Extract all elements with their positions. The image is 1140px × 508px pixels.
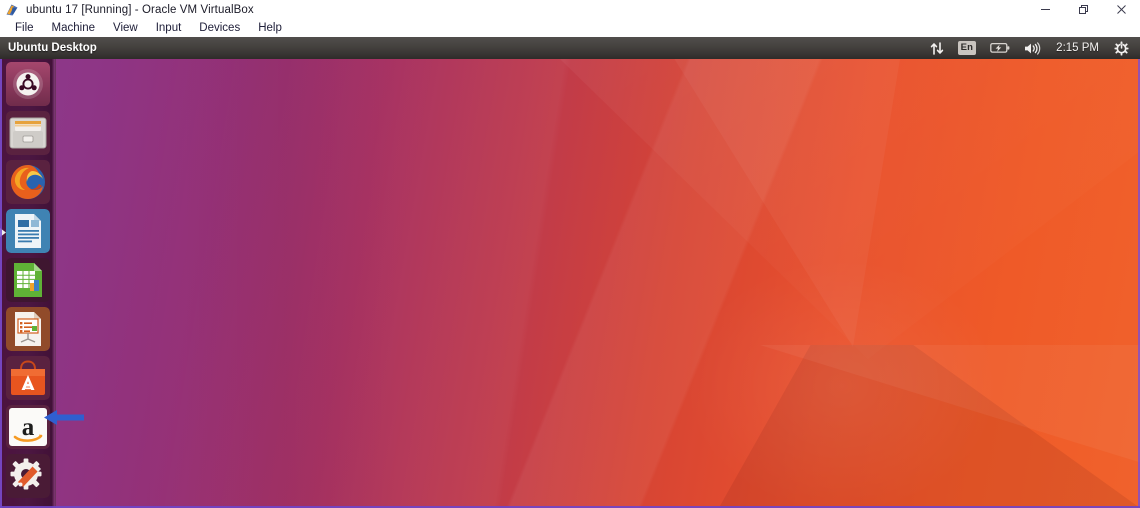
window-controls	[1026, 0, 1140, 19]
wallpaper-facet-lower-light	[760, 345, 1140, 463]
menu-file[interactable]: File	[6, 19, 43, 37]
launcher-item-libreoffice-writer[interactable]	[6, 209, 50, 253]
unity-launcher: a	[0, 59, 56, 508]
launcher-item-dash-home[interactable]	[6, 62, 50, 106]
wallpaper-facet-glow	[640, 209, 1060, 508]
annotation-arrow-icon	[44, 408, 84, 427]
keyboard-layout-indicator[interactable]: En	[951, 37, 984, 59]
volume-icon[interactable]	[1017, 37, 1048, 59]
menu-devices[interactable]: Devices	[190, 19, 249, 37]
virtualbox-window: ubuntu 17 [Running] - Oracle VM VirtualB…	[0, 0, 1140, 508]
launcher-item-files[interactable]	[6, 111, 50, 155]
desktop-wallpaper[interactable]	[0, 59, 1140, 508]
launcher-item-libreoffice-calc[interactable]	[6, 258, 50, 302]
clock-indicator[interactable]: 2:15 PM	[1048, 42, 1107, 54]
guest-ubuntu-screen: Ubuntu Desktop En 2:15 PM a	[0, 37, 1140, 508]
close-icon[interactable]	[1102, 0, 1140, 19]
launcher-item-system-settings[interactable]	[6, 454, 50, 498]
menu-help[interactable]: Help	[249, 19, 291, 37]
menu-machine[interactable]: Machine	[43, 19, 104, 37]
network-updown-icon[interactable]	[923, 37, 951, 59]
keyboard-layout-label: En	[957, 41, 977, 55]
wallpaper-facet-upper-right	[560, 59, 1140, 359]
ubuntu-top-panel: Ubuntu Desktop En 2:15 PM	[0, 37, 1140, 59]
host-menu-bar: File Machine View Input Devices Help	[0, 19, 1140, 37]
menu-input[interactable]: Input	[147, 19, 191, 37]
minimize-icon[interactable]	[1026, 0, 1064, 19]
wallpaper-facet-upper-wedge	[674, 59, 900, 347]
window-title: ubuntu 17 [Running] - Oracle VM VirtualB…	[26, 3, 254, 16]
battery-charging-icon[interactable]	[983, 37, 1017, 59]
title-bar-left: ubuntu 17 [Running] - Oracle VM VirtualB…	[0, 3, 1026, 17]
wallpaper-facet-lower-dark	[718, 345, 1140, 508]
menu-view[interactable]: View	[104, 19, 147, 37]
guest-left-border	[0, 59, 2, 508]
launcher-item-ubuntu-software[interactable]	[6, 356, 50, 400]
panel-indicators: En 2:15 PM	[923, 37, 1140, 59]
launcher-item-firefox[interactable]	[6, 160, 50, 204]
restore-icon[interactable]	[1064, 0, 1102, 19]
wallpaper-facet-left-seam	[180, 59, 400, 508]
wallpaper-facet-left-band	[150, 59, 770, 508]
svg-text:a: a	[22, 414, 35, 441]
launcher-item-libreoffice-impress[interactable]	[6, 307, 50, 351]
wallpaper-facet-diagonal	[0, 59, 1140, 508]
virtualbox-icon	[5, 3, 19, 17]
power-gear-icon[interactable]	[1107, 37, 1136, 59]
host-title-bar: ubuntu 17 [Running] - Oracle VM VirtualB…	[0, 0, 1140, 19]
panel-title[interactable]: Ubuntu Desktop	[0, 42, 97, 54]
